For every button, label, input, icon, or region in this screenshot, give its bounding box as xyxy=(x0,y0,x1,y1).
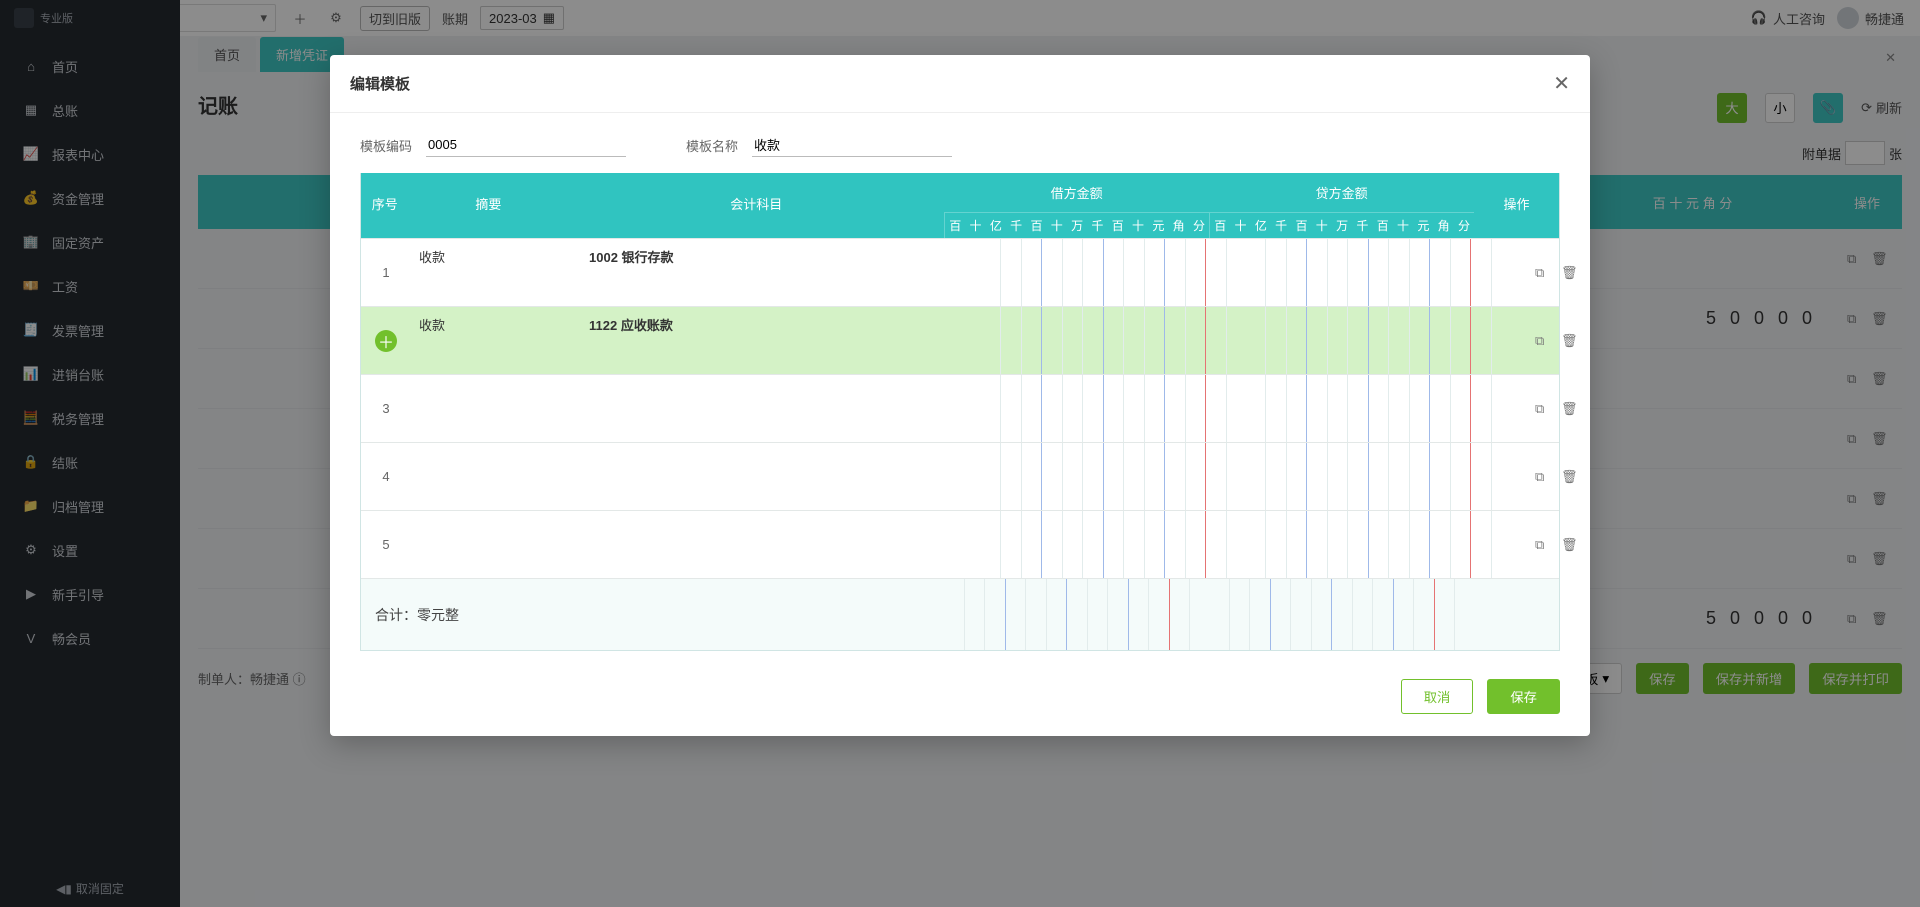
template-grid: 序号 摘要 会计科目 借方金额 贷方金额 百十亿千百十万千百十元角分百十亿千百十… xyxy=(360,173,1560,651)
close-icon[interactable]: ✕ xyxy=(1553,71,1570,96)
add-row-button[interactable]: ＋ xyxy=(375,330,397,352)
credit-cell[interactable] xyxy=(1246,375,1511,442)
debit-cell[interactable] xyxy=(981,511,1246,578)
col-idx: 序号 xyxy=(361,173,408,233)
col-debit: 借方金额 xyxy=(944,173,1209,212)
delete-row-icon[interactable]: 🗑 xyxy=(1561,401,1577,417)
unit-label: 分 xyxy=(1189,213,1209,238)
unit-label: 百 xyxy=(1108,213,1128,238)
unit-label: 万 xyxy=(1332,213,1352,238)
unit-label: 十 xyxy=(1393,213,1413,238)
row-index: 3 xyxy=(382,401,389,416)
unit-label: 百 xyxy=(945,213,965,238)
unit-label: 百 xyxy=(1291,213,1311,238)
summary-cell[interactable]: 收款 xyxy=(411,239,581,306)
grid-total-row: 合计：零元整 xyxy=(361,578,1559,650)
unit-label: 千 xyxy=(1087,213,1107,238)
credit-cell[interactable] xyxy=(1246,239,1511,306)
copy-row-icon[interactable]: ⧉ xyxy=(1535,265,1551,281)
unit-label: 亿 xyxy=(1251,213,1271,238)
account-cell[interactable] xyxy=(581,511,981,578)
unit-label: 十 xyxy=(1047,213,1067,238)
col-account: 会计科目 xyxy=(568,173,944,233)
summary-cell[interactable] xyxy=(411,443,581,510)
template-name-input[interactable] xyxy=(752,133,952,157)
unit-label: 分 xyxy=(1454,213,1474,238)
delete-row-icon[interactable]: 🗑 xyxy=(1561,265,1577,281)
unit-label: 十 xyxy=(1312,213,1332,238)
row-index: 4 xyxy=(382,469,389,484)
account-cell[interactable] xyxy=(581,443,981,510)
account-cell[interactable]: 1002 银行存款 xyxy=(581,239,981,306)
unit-label: 千 xyxy=(1006,213,1026,238)
unit-label: 十 xyxy=(1128,213,1148,238)
unit-label: 百 xyxy=(1210,213,1230,238)
summary-cell[interactable] xyxy=(411,511,581,578)
debit-cell[interactable] xyxy=(981,443,1246,510)
summary-cell[interactable] xyxy=(411,375,581,442)
col-summary: 摘要 xyxy=(408,173,568,233)
copy-row-icon[interactable]: ⧉ xyxy=(1535,469,1551,485)
copy-row-icon[interactable]: ⧉ xyxy=(1535,401,1551,417)
unit-label: 千 xyxy=(1352,213,1372,238)
grid-row[interactable]: 2＋ 收款 1122 应收账款 ⧉ 🗑 xyxy=(361,306,1559,374)
debit-cell[interactable] xyxy=(981,307,1246,374)
row-index: 5 xyxy=(382,537,389,552)
cancel-button[interactable]: 取消 xyxy=(1401,679,1474,714)
account-cell[interactable]: 1122 应收账款 xyxy=(581,307,981,374)
unit-label: 千 xyxy=(1271,213,1291,238)
unit-label: 角 xyxy=(1169,213,1189,238)
template-code-label: 模板编码 xyxy=(360,136,412,155)
unit-label: 元 xyxy=(1413,213,1433,238)
unit-label: 百 xyxy=(1026,213,1046,238)
unit-label: 元 xyxy=(1148,213,1168,238)
delete-row-icon[interactable]: 🗑 xyxy=(1561,469,1577,485)
grid-row[interactable]: 4＋ ⧉ 🗑 xyxy=(361,442,1559,510)
row-index: 1 xyxy=(382,265,389,280)
unit-label: 十 xyxy=(965,213,985,238)
delete-row-icon[interactable]: 🗑 xyxy=(1561,537,1577,553)
template-name-label: 模板名称 xyxy=(686,136,738,155)
delete-row-icon[interactable]: 🗑 xyxy=(1561,333,1577,349)
credit-cell[interactable] xyxy=(1246,443,1511,510)
copy-row-icon[interactable]: ⧉ xyxy=(1535,537,1551,553)
debit-cell[interactable] xyxy=(981,239,1246,306)
copy-row-icon[interactable]: ⧉ xyxy=(1535,333,1551,349)
summary-cell[interactable]: 收款 xyxy=(411,307,581,374)
grid-row[interactable]: 3＋ ⧉ 🗑 xyxy=(361,374,1559,442)
save-template-button[interactable]: 保存 xyxy=(1487,679,1560,714)
unit-label: 十 xyxy=(1230,213,1250,238)
grid-row[interactable]: 1＋ 收款 1002 银行存款 ⧉ 🗑 xyxy=(361,238,1559,306)
edit-template-modal: 编辑模板 ✕ 模板编码 模板名称 序号 摘要 会计科目 借方金额 贷方金额 xyxy=(330,55,1590,736)
unit-label: 角 xyxy=(1434,213,1454,238)
total-label: 合计：零元整 xyxy=(361,605,944,625)
col-ops: 操作 xyxy=(1474,173,1559,233)
credit-cell[interactable] xyxy=(1246,307,1511,374)
modal-title: 编辑模板 xyxy=(350,73,410,94)
unit-label: 万 xyxy=(1067,213,1087,238)
grid-row[interactable]: 5＋ ⧉ 🗑 xyxy=(361,510,1559,578)
unit-label: 百 xyxy=(1373,213,1393,238)
unit-label: 亿 xyxy=(986,213,1006,238)
debit-cell[interactable] xyxy=(981,375,1246,442)
credit-cell[interactable] xyxy=(1246,511,1511,578)
account-cell[interactable] xyxy=(581,375,981,442)
template-code-input[interactable] xyxy=(426,133,626,157)
col-credit: 贷方金额 xyxy=(1209,173,1474,212)
